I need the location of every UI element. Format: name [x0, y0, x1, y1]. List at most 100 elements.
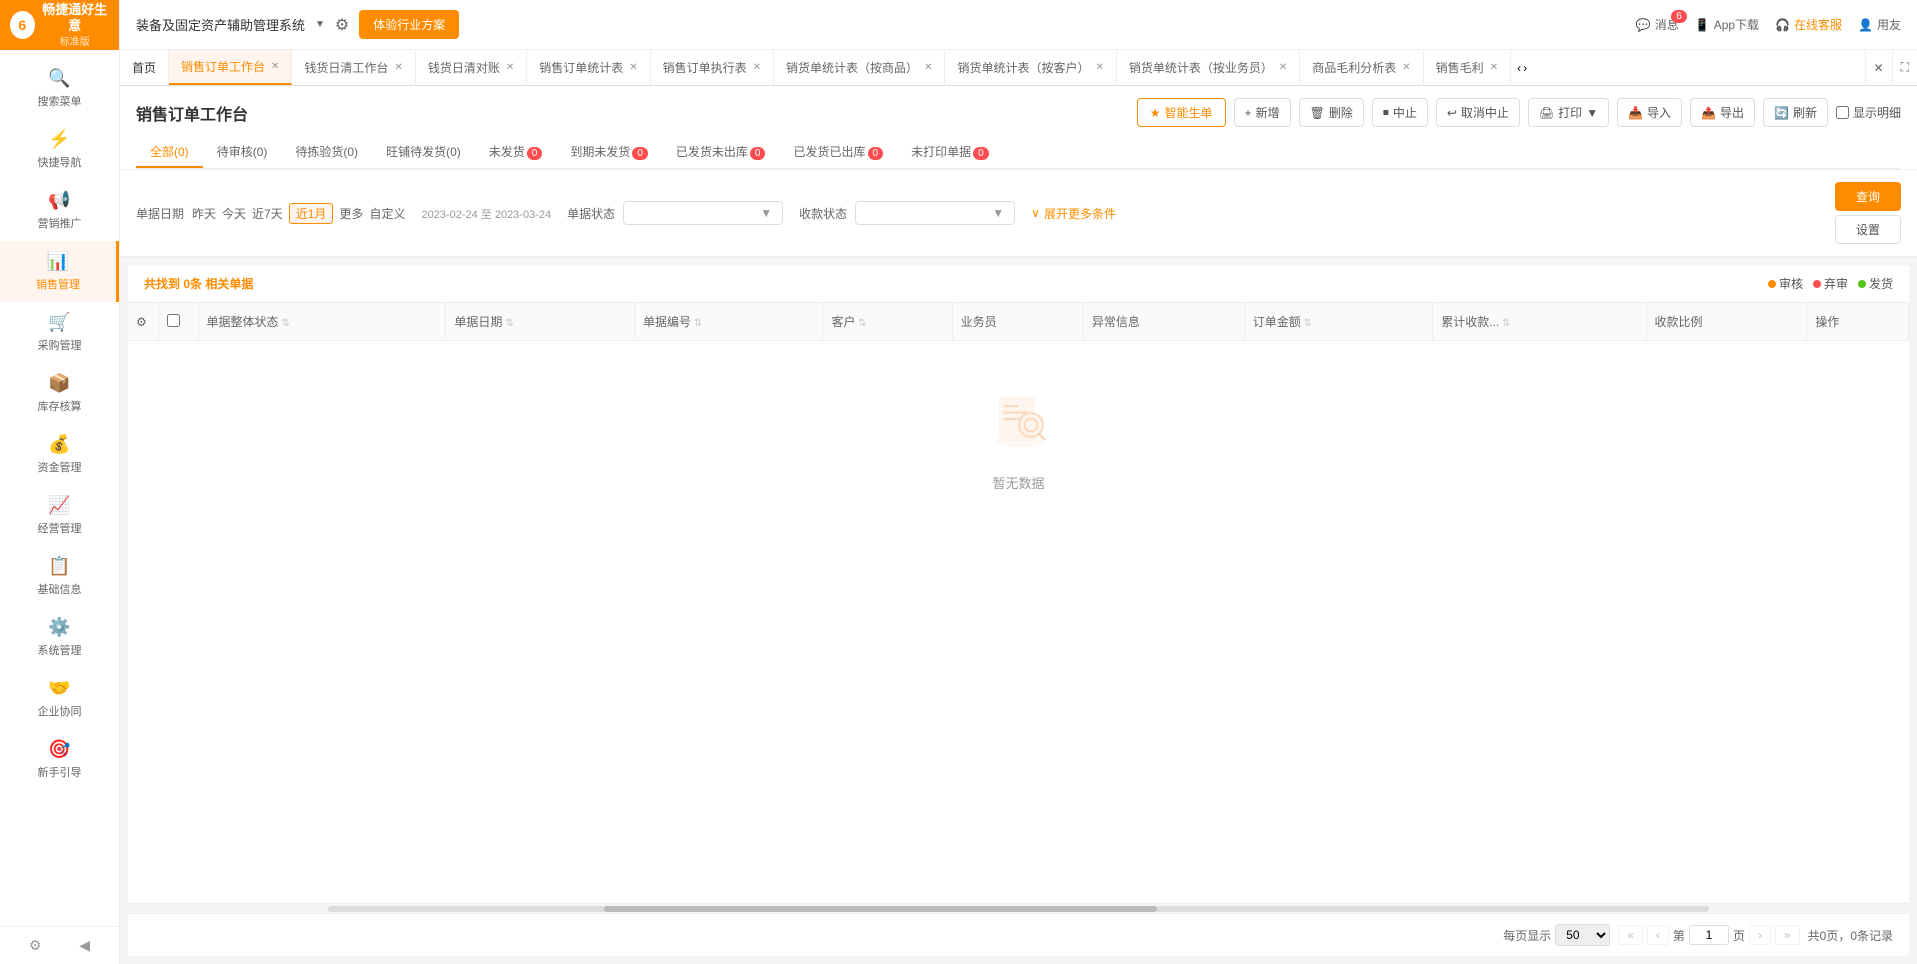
tab-close-sales-stats[interactable]: ✕ — [629, 62, 637, 73]
sidebar-item-basic-info[interactable]: 📋 基础信息 — [0, 546, 119, 607]
online-service-button[interactable]: 🎧 在线客服 — [1775, 16, 1842, 33]
filter-tab-expired-unshipped[interactable]: 到期未发货0 — [556, 137, 662, 168]
first-page-button[interactable]: « — [1618, 925, 1643, 945]
import-button[interactable]: 📥 导入 — [1617, 98, 1682, 127]
date-option-近1月[interactable]: 近1月 — [289, 203, 334, 224]
select-all-checkbox[interactable] — [167, 314, 180, 327]
sidebar-item-search[interactable]: 🔍 搜索菜单 — [0, 58, 119, 119]
sidebar-item-sales[interactable]: 📊 销售管理 — [0, 241, 119, 302]
filter-settings-button[interactable]: 设置 — [1835, 215, 1901, 244]
tab-label-product-profit: 商品毛利分析表 — [1312, 59, 1396, 76]
tab-cash-reconcile[interactable]: 钱货日清对账✕ — [416, 50, 527, 85]
tab-cash-daily[interactable]: 钱货日清工作台✕ — [292, 50, 415, 85]
tab-close-cash-reconcile[interactable]: ✕ — [506, 62, 514, 73]
sidebar-item-purchase[interactable]: 🛒 采购管理 — [0, 302, 119, 363]
filter-tab-wangpu-pending[interactable]: 旺铺待发货(0) — [372, 137, 475, 168]
user-menu[interactable]: 👤 用友 — [1858, 16, 1901, 33]
last-page-button[interactable]: » — [1775, 925, 1800, 945]
sidebar-item-enterprise[interactable]: 🤝 企业协同 — [0, 668, 119, 729]
delete-button[interactable]: 🗑 删除 — [1299, 98, 1364, 127]
tab-label-sales-summary-product: 销货单统计表（按商品） — [786, 59, 918, 76]
stop-button[interactable]: ⏹ 中止 — [1372, 98, 1428, 127]
refresh-button[interactable]: 🔄 刷新 — [1763, 98, 1828, 127]
expand-more-button[interactable]: ∨ 展开更多条件 — [1031, 205, 1116, 222]
sidebar-item-marketing[interactable]: 📢 营销推广 — [0, 180, 119, 241]
tab-close-sales-summary-staff[interactable]: ✕ — [1279, 62, 1287, 73]
topbar-settings-icon[interactable]: ⚙ — [335, 15, 349, 35]
tab-sales-order[interactable]: 销售订单工作台✕ — [169, 50, 292, 85]
tab-close-sales-profit[interactable]: ✕ — [1490, 62, 1498, 73]
filter-tab-shipped-out[interactable]: 已发货已出库0 — [779, 137, 897, 168]
filter-tab-pending-inspect[interactable]: 待拣验货(0) — [281, 137, 372, 168]
export-button[interactable]: 📤 导出 — [1690, 98, 1755, 127]
next-page-button[interactable]: › — [1749, 925, 1771, 945]
filter-badge-not-shipped: 0 — [527, 147, 543, 160]
th-collected[interactable]: 累计收款... — [1433, 303, 1646, 341]
date-option-昨天[interactable]: 昨天 — [192, 205, 216, 222]
system-dropdown[interactable]: ▼ — [315, 19, 325, 30]
app-download-button[interactable]: 📱 App下载 — [1695, 16, 1759, 33]
settings-icon[interactable]: ⚙ — [29, 937, 42, 954]
filter-tab-shipped-not-out[interactable]: 已发货未出库0 — [662, 137, 780, 168]
th-date[interactable]: 单据日期 — [446, 303, 635, 341]
tab-close-cash-daily[interactable]: ✕ — [394, 62, 402, 73]
filter-tab-not-printed[interactable]: 未打印单据0 — [897, 137, 1003, 168]
scrollbar-thumb[interactable] — [604, 906, 1156, 912]
tab-home[interactable]: 首页 — [120, 50, 169, 85]
sidebar-item-system[interactable]: ⚙️ 系统管理 — [0, 607, 119, 668]
tab-close-sales-summary-customer[interactable]: ✕ — [1095, 62, 1103, 73]
tab-sales-summary-product[interactable]: 销货单统计表（按商品） ✕ — [774, 50, 945, 85]
tab-product-profit[interactable]: 商品毛利分析表 ✕ — [1300, 50, 1423, 85]
sidebar-item-operations[interactable]: 📈 经营管理 — [0, 485, 119, 546]
th-checkbox[interactable] — [158, 303, 198, 341]
tab-close-sales-exec[interactable]: ✕ — [753, 62, 761, 73]
display-detail-checkbox[interactable]: 显示明细 — [1836, 104, 1901, 121]
display-detail-input[interactable] — [1836, 106, 1849, 119]
sidebar-item-quick-nav[interactable]: ⚡ 快捷导航 — [0, 119, 119, 180]
date-option-今天[interactable]: 今天 — [222, 205, 246, 222]
sidebar-item-guide[interactable]: 🎯 新手引导 — [0, 729, 119, 790]
review-action-button[interactable]: 审核 — [1768, 275, 1803, 292]
th-number[interactable]: 单据编号 — [634, 303, 823, 341]
sidebar-item-inventory[interactable]: 📦 库存核算 — [0, 363, 119, 424]
filter-tab-not-shipped[interactable]: 未发货0 — [475, 137, 557, 168]
filter-tab-pending-review[interactable]: 待审核(0) — [203, 137, 282, 168]
refresh-icon: 🔄 — [1774, 106, 1789, 120]
tab-close-all-button[interactable]: ✕ — [1865, 50, 1892, 86]
message-button[interactable]: 💬 消息 6 — [1636, 16, 1679, 33]
filter-tab-all[interactable]: 全部(0) — [136, 137, 203, 168]
tab-label-home: 首页 — [132, 59, 156, 76]
date-option-更多[interactable]: 更多 — [339, 205, 363, 222]
tab-more-button[interactable]: ‹ › — [1511, 61, 1533, 75]
page-number-input[interactable] — [1689, 925, 1729, 945]
add-button[interactable]: + 新增 — [1234, 98, 1291, 127]
date-option-近7天[interactable]: 近7天 — [252, 205, 283, 222]
tab-close-sales-order[interactable]: ✕ — [271, 61, 279, 72]
status-select[interactable]: ▼ — [623, 201, 783, 225]
tab-close-product-profit[interactable]: ✕ — [1402, 62, 1410, 73]
th-customer[interactable]: 客户 — [823, 303, 952, 341]
collapse-icon[interactable]: ◀ — [79, 937, 90, 954]
tab-sales-summary-staff[interactable]: 销货单统计表（按业务员）✕ — [1117, 50, 1300, 85]
tab-sales-exec[interactable]: 销售订单执行表✕ — [651, 50, 774, 85]
query-button[interactable]: 查询 — [1835, 182, 1901, 211]
tab-sales-summary-customer[interactable]: 销货单统计表（按客户）✕ — [945, 50, 1116, 85]
tab-close-sales-summary-product[interactable]: ✕ — [924, 62, 932, 73]
payment-select[interactable]: ▼ — [855, 201, 1015, 225]
sidebar-item-finance[interactable]: 💰 资金管理 — [0, 424, 119, 485]
reject-action-button[interactable]: 弃审 — [1813, 275, 1848, 292]
prev-page-button[interactable]: ‹ — [1647, 925, 1669, 945]
th-status[interactable]: 单据整体状态 — [198, 303, 446, 341]
th-amount[interactable]: 订单金额 — [1244, 303, 1433, 341]
tab-sales-stats[interactable]: 销售订单统计表✕ — [527, 50, 650, 85]
page-size-selector: 每页显示 50 10 20 100 — [1503, 924, 1610, 946]
date-option-自定义[interactable]: 自定义 — [369, 205, 405, 222]
tab-sales-profit[interactable]: 销售毛利✕ — [1424, 50, 1511, 85]
cancel-stop-button[interactable]: ↩ 取消中止 — [1436, 98, 1520, 127]
solution-button[interactable]: 体验行业方案 — [359, 10, 459, 39]
smart-generate-button[interactable]: ★ 智能生单 — [1137, 98, 1226, 127]
tab-fullscreen-button[interactable]: ⛶ — [1892, 50, 1917, 86]
print-button[interactable]: 🖨 打印 ▼ — [1528, 98, 1609, 127]
ship-action-button[interactable]: 发货 — [1858, 275, 1893, 292]
page-size-select[interactable]: 50 10 20 100 — [1555, 924, 1610, 946]
